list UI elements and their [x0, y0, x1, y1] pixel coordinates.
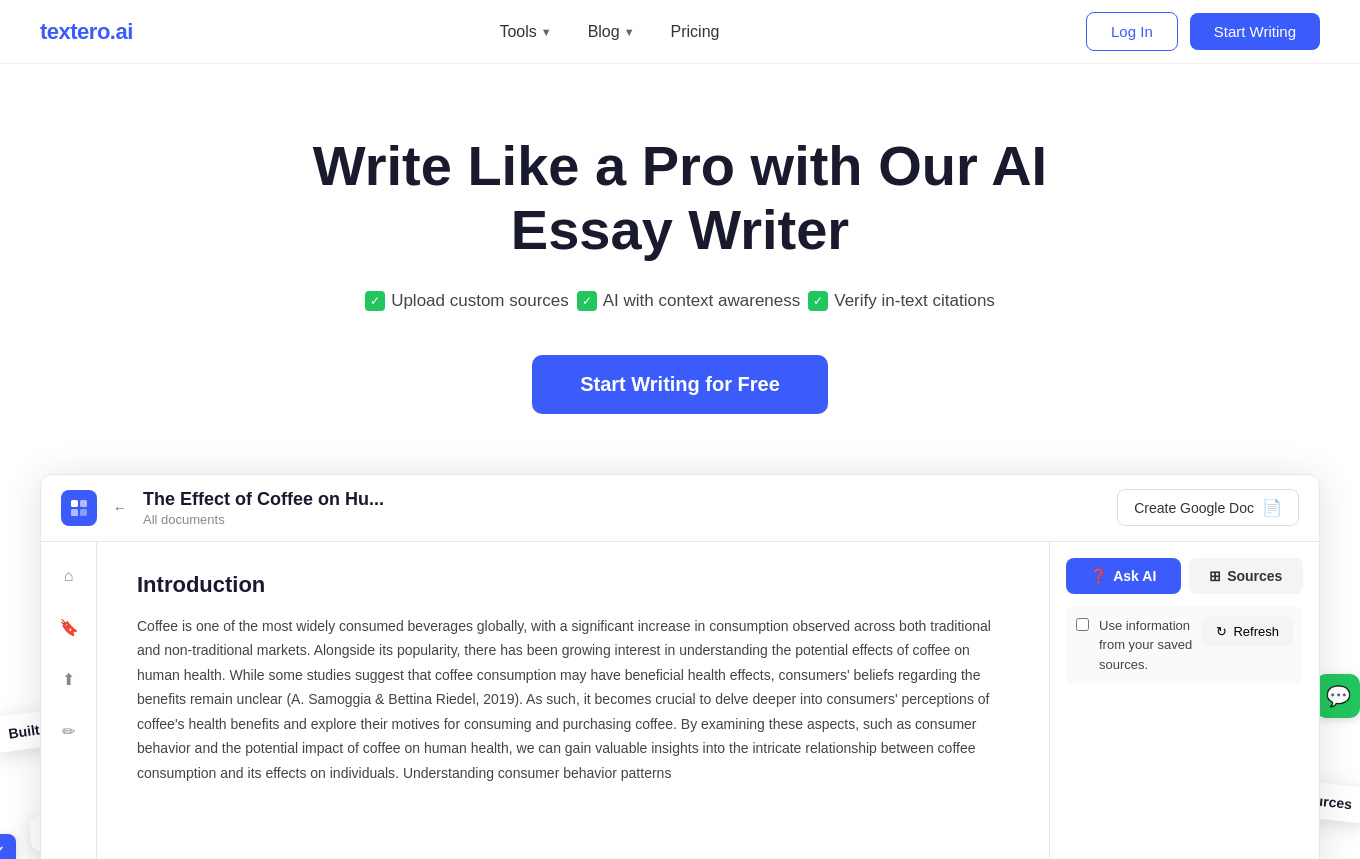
feature-2: ✓ AI with context awareness: [577, 291, 800, 311]
svg-rect-3: [80, 509, 87, 516]
svg-rect-2: [71, 509, 78, 516]
nav-blog-label: Blog: [588, 23, 620, 41]
feature-1-text: Upload custom sources: [391, 291, 569, 311]
app-doc-title: The Effect of Coffee on Hu...: [143, 489, 384, 510]
doc-intro-heading: Introduction: [137, 572, 1009, 598]
nav-pricing-label: Pricing: [671, 23, 720, 41]
panel-tabs: ❓ Ask AI ⊞ Sources: [1066, 558, 1303, 594]
sidebar-edit-icon[interactable]: ✏: [55, 718, 83, 746]
sources-icon: ⊞: [1209, 568, 1221, 584]
ask-ai-label: Ask AI: [1113, 568, 1156, 584]
app-preview-mockup: ← The Effect of Coffee on Hu... All docu…: [40, 474, 1320, 859]
hero-title: Write Like a Pro with Our AI Essay Write…: [250, 134, 1110, 263]
source-option-text: Use information from your saved sources.: [1099, 616, 1192, 675]
create-gdoc-button[interactable]: Create Google Doc 📄: [1117, 489, 1299, 526]
doc-intro-text: Coffee is one of the most widely consume…: [137, 614, 1009, 786]
gdoc-icon: 📄: [1262, 498, 1282, 517]
app-body: ⌂ 🔖 ⬆ ✏ Introduction Coffee is one of th…: [41, 542, 1319, 859]
check-badge-icon: ✓: [0, 834, 16, 859]
refresh-label: Refresh: [1233, 624, 1279, 639]
feature-2-text: AI with context awareness: [603, 291, 800, 311]
cta-button[interactable]: Start Writing for Free: [532, 355, 828, 414]
app-sidebar: ⌂ 🔖 ⬆ ✏: [41, 542, 97, 859]
feature-3-text: Verify in-text citations: [834, 291, 995, 311]
svg-rect-0: [71, 500, 78, 507]
app-back-button[interactable]: ←: [113, 500, 127, 516]
checkmark-icon-1: ✓: [365, 291, 385, 311]
app-doc-breadcrumb: All documents: [143, 512, 384, 527]
nav-right: Log In Start Writing: [1086, 12, 1320, 51]
back-arrow-icon: ←: [113, 500, 127, 516]
checkmark-icon-3: ✓: [808, 291, 828, 311]
ai-icon: ❓: [1090, 568, 1107, 584]
app-document-content: Introduction Coffee is one of the most w…: [97, 542, 1049, 859]
chat-bubble-icon: 💬: [1316, 674, 1360, 718]
source-checkbox[interactable]: [1076, 618, 1089, 631]
app-doc-info: The Effect of Coffee on Hu... All docume…: [143, 489, 384, 527]
svg-rect-1: [80, 500, 87, 507]
tools-chevron-icon: ▼: [541, 26, 552, 38]
app-right-panel: ❓ Ask AI ⊞ Sources Use information from …: [1049, 542, 1319, 859]
login-button[interactable]: Log In: [1086, 12, 1178, 51]
gdoc-label: Create Google Doc: [1134, 500, 1254, 516]
app-top-bar: ← The Effect of Coffee on Hu... All docu…: [41, 475, 1319, 542]
hero-features: ✓ Upload custom sources ✓ AI with contex…: [365, 291, 995, 311]
checkmark-icon-2: ✓: [577, 291, 597, 311]
start-writing-nav-button[interactable]: Start Writing: [1190, 13, 1320, 50]
hero-section: Write Like a Pro with Our AI Essay Write…: [0, 64, 1360, 474]
logo-text: textero.ai: [40, 19, 133, 45]
sidebar-home-icon[interactable]: ⌂: [55, 562, 83, 590]
app-logo-icon: [61, 490, 97, 526]
feature-1: ✓ Upload custom sources: [365, 291, 569, 311]
refresh-icon: ↻: [1216, 624, 1227, 639]
ask-ai-tab[interactable]: ❓ Ask AI: [1066, 558, 1181, 594]
nav-tools[interactable]: Tools ▼: [499, 23, 551, 41]
sidebar-bookmark-icon[interactable]: 🔖: [55, 614, 83, 642]
panel-source-option: Use information from your saved sources.…: [1066, 606, 1303, 685]
nav-center: Tools ▼ Blog ▼ Pricing: [499, 23, 719, 41]
sources-tab[interactable]: ⊞ Sources: [1189, 558, 1304, 594]
sidebar-upload-icon[interactable]: ⬆: [55, 666, 83, 694]
nav-tools-label: Tools: [499, 23, 536, 41]
logo[interactable]: textero.ai: [40, 19, 133, 45]
preview-section: Built-in AI detector Safe for academic s…: [0, 474, 1360, 859]
sources-label: Sources: [1227, 568, 1282, 584]
refresh-button[interactable]: ↻ Refresh: [1202, 616, 1293, 647]
navbar: textero.ai Tools ▼ Blog ▼ Pricing Log In…: [0, 0, 1360, 64]
feature-3: ✓ Verify in-text citations: [808, 291, 995, 311]
nav-blog[interactable]: Blog ▼: [588, 23, 635, 41]
nav-pricing[interactable]: Pricing: [671, 23, 720, 41]
blog-chevron-icon: ▼: [624, 26, 635, 38]
